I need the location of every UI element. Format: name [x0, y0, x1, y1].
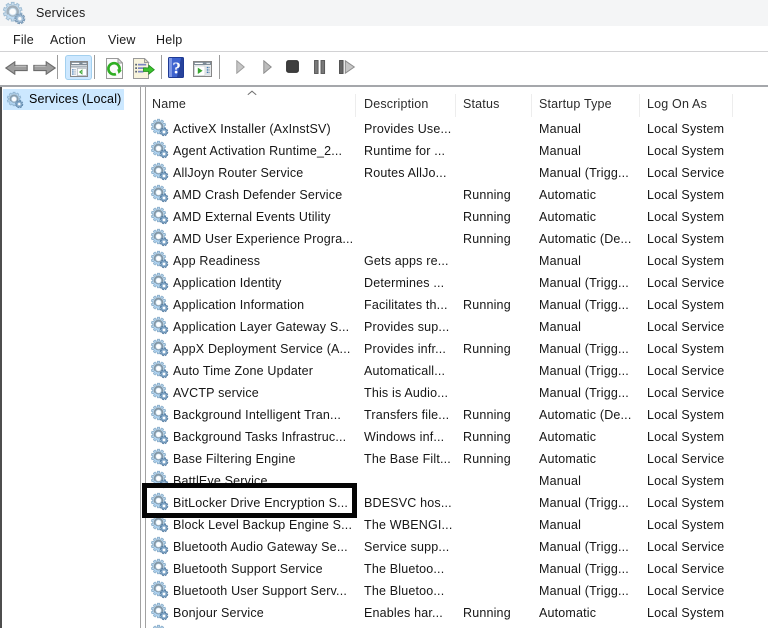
svg-text:?: ?: [172, 59, 181, 78]
